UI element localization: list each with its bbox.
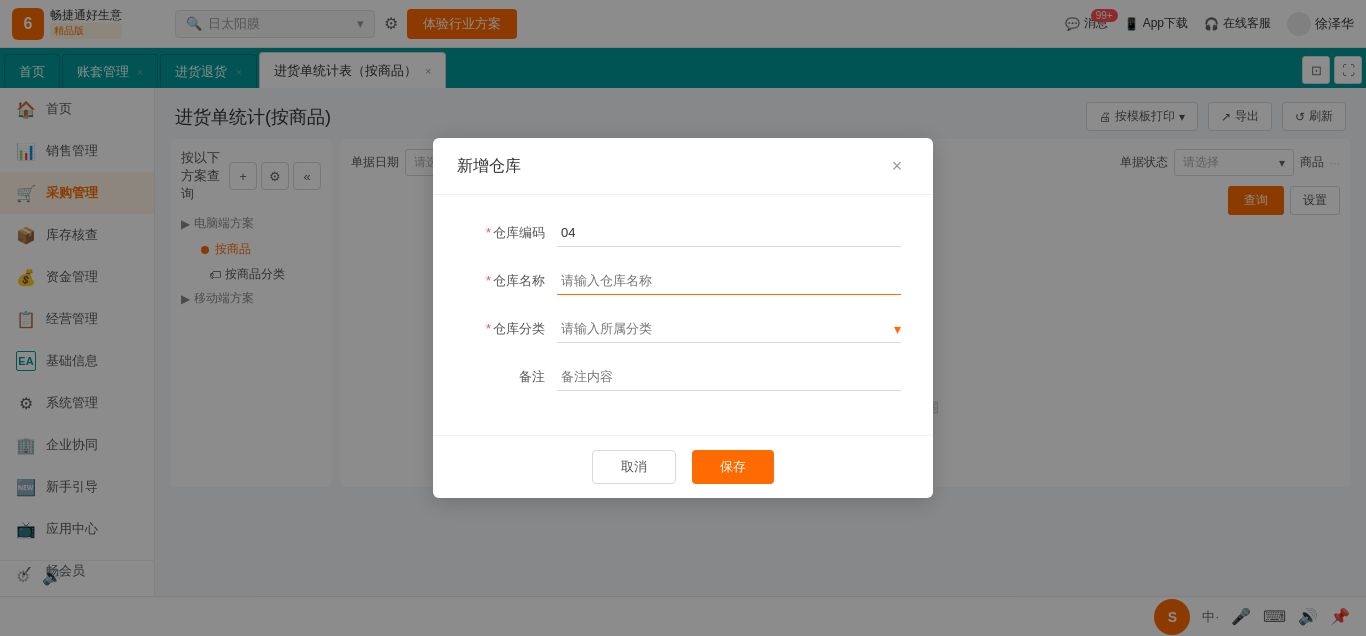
remark-label: 备注: [465, 368, 545, 386]
dialog-title: 新增仓库: [457, 156, 521, 177]
cancel-button[interactable]: 取消: [592, 450, 676, 484]
remark-field-row: 备注: [465, 363, 901, 391]
new-warehouse-dialog: 新增仓库 × 仓库编码 仓库名称 仓库分类 ▾: [433, 138, 933, 498]
code-label: 仓库编码: [465, 224, 545, 242]
dialog-header: 新增仓库 ×: [433, 138, 933, 195]
modal-overlay[interactable]: 新增仓库 × 仓库编码 仓库名称 仓库分类 ▾: [0, 0, 1366, 636]
save-button[interactable]: 保存: [692, 450, 774, 484]
remark-input[interactable]: [557, 363, 901, 391]
dialog-close-btn[interactable]: ×: [885, 154, 909, 178]
dialog-body: 仓库编码 仓库名称 仓库分类 ▾ 备注: [433, 195, 933, 435]
category-dropdown-icon: ▾: [894, 321, 901, 337]
category-input[interactable]: [557, 315, 901, 343]
name-label: 仓库名称: [465, 272, 545, 290]
code-input[interactable]: [557, 219, 901, 247]
code-field-row: 仓库编码: [465, 219, 901, 247]
dialog-footer: 取消 保存: [433, 435, 933, 498]
name-field-row: 仓库名称: [465, 267, 901, 295]
category-field-row: 仓库分类 ▾: [465, 315, 901, 343]
category-label: 仓库分类: [465, 320, 545, 338]
name-input[interactable]: [557, 267, 901, 295]
